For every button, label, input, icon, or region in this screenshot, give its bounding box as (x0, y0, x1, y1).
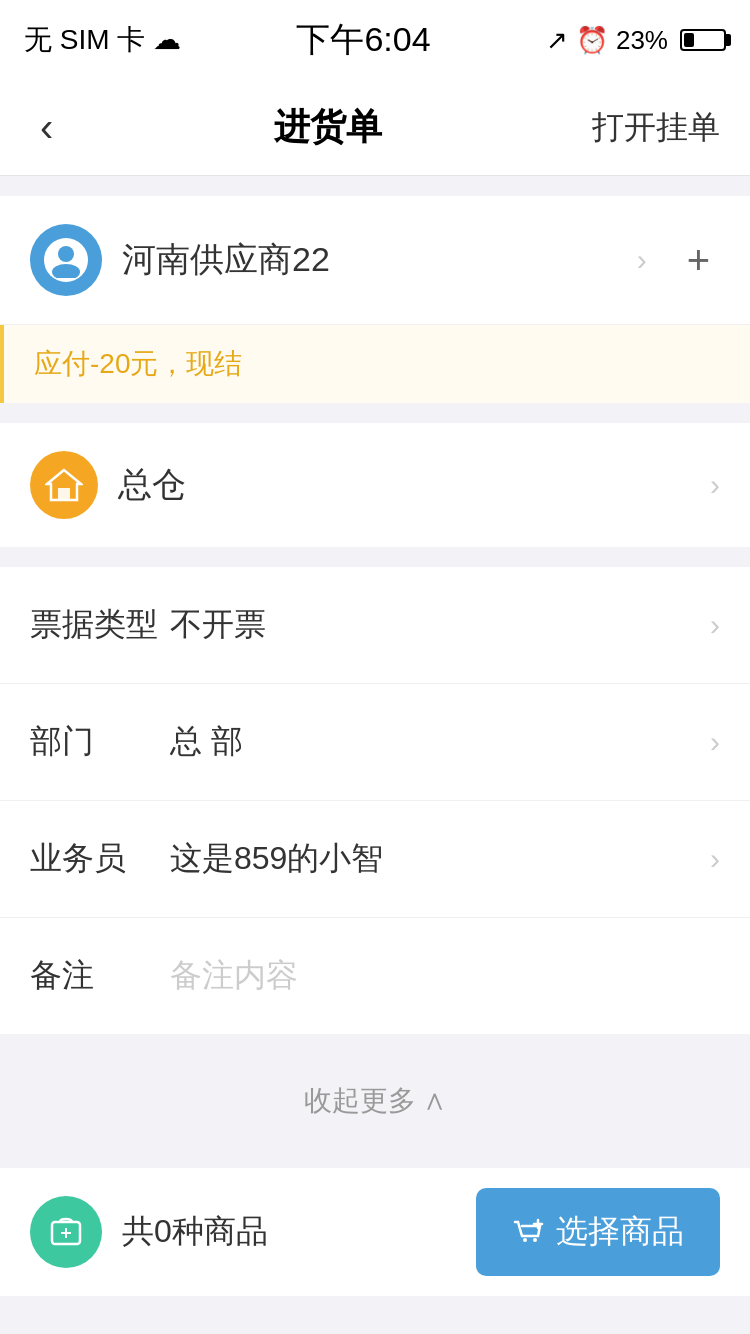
content-area: 河南供应商22 › + 应付-20元，现结 总仓 › 票据类型 不开票 › 部门 (0, 176, 750, 1334)
product-icon-wrap (30, 1196, 102, 1268)
supplier-row[interactable]: 河南供应商22 › + (0, 196, 750, 325)
form-section: 票据类型 不开票 › 部门 总 部 › 业务员 这是859的小智 › 备注 备注… (0, 567, 750, 1034)
dept-row[interactable]: 部门 总 部 › (0, 684, 750, 801)
svg-point-1 (52, 264, 80, 278)
invoice-chevron-icon: › (710, 608, 720, 642)
location-icon: ↗ (546, 25, 568, 56)
remark-row[interactable]: 备注 备注内容 (0, 918, 750, 1034)
sim-label: 无 SIM 卡 ☁ (24, 21, 181, 59)
notice-bar: 应付-20元，现结 (0, 325, 750, 403)
sales-label: 业务员 (30, 837, 170, 881)
nav-bar: ‹ 进货单 打开挂单 (0, 80, 750, 176)
page-title: 进货单 (274, 103, 382, 152)
status-time: 下午6:04 (296, 17, 430, 63)
warehouse-name: 总仓 (118, 462, 710, 508)
warehouse-chevron-icon: › (710, 468, 720, 502)
remark-label: 备注 (30, 954, 170, 998)
warehouse-row[interactable]: 总仓 › (0, 423, 750, 547)
dept-label: 部门 (30, 720, 170, 764)
supplier-name: 河南供应商22 (122, 237, 637, 283)
product-icon (46, 1212, 86, 1252)
house-icon (45, 466, 83, 504)
status-right: ↗ ⏰ 23% (546, 25, 726, 56)
avatar-icon (44, 238, 88, 282)
supplier-chevron-icon: › (637, 243, 647, 277)
warehouse-icon (30, 451, 98, 519)
svg-rect-3 (58, 488, 70, 500)
battery-icon (680, 29, 726, 51)
battery-percent: 23% (616, 25, 668, 56)
collapse-bar[interactable]: 收起更多 ∧ (0, 1054, 750, 1148)
bottom-bar: 共0种商品 选择商品 (0, 1168, 750, 1296)
alarm-icon: ⏰ (576, 25, 608, 56)
sales-row[interactable]: 业务员 这是859的小智 › (0, 801, 750, 918)
page-background (0, 1296, 750, 1334)
remark-input[interactable]: 备注内容 (170, 954, 720, 998)
dept-chevron-icon: › (710, 725, 720, 759)
select-product-button[interactable]: 选择商品 (476, 1188, 720, 1276)
status-left: 无 SIM 卡 ☁ (24, 21, 181, 59)
avatar (30, 224, 102, 296)
invoice-row[interactable]: 票据类型 不开票 › (0, 567, 750, 684)
person-icon (48, 242, 84, 278)
back-button[interactable]: ‹ (30, 95, 63, 160)
sales-chevron-icon: › (710, 842, 720, 876)
notice-text: 应付-20元，现结 (34, 348, 242, 379)
supplier-card: 河南供应商22 › + 应付-20元，现结 (0, 196, 750, 403)
svg-point-7 (523, 1238, 527, 1242)
dept-value: 总 部 (170, 720, 710, 764)
svg-point-0 (58, 246, 74, 262)
svg-point-8 (533, 1238, 537, 1242)
status-bar: 无 SIM 卡 ☁ 下午6:04 ↗ ⏰ 23% (0, 0, 750, 80)
select-product-label: 选择商品 (556, 1210, 684, 1254)
sales-value: 这是859的小智 (170, 837, 710, 881)
open-pending-button[interactable]: 打开挂单 (592, 106, 720, 150)
invoice-label: 票据类型 (30, 603, 170, 647)
add-button[interactable]: + (677, 238, 720, 283)
collapse-label: 收起更多 ∧ (304, 1085, 447, 1116)
invoice-value: 不开票 (170, 603, 710, 647)
supplier-actions: › + (637, 238, 720, 283)
cart-add-icon (512, 1216, 544, 1248)
product-count: 共0种商品 (122, 1210, 456, 1254)
